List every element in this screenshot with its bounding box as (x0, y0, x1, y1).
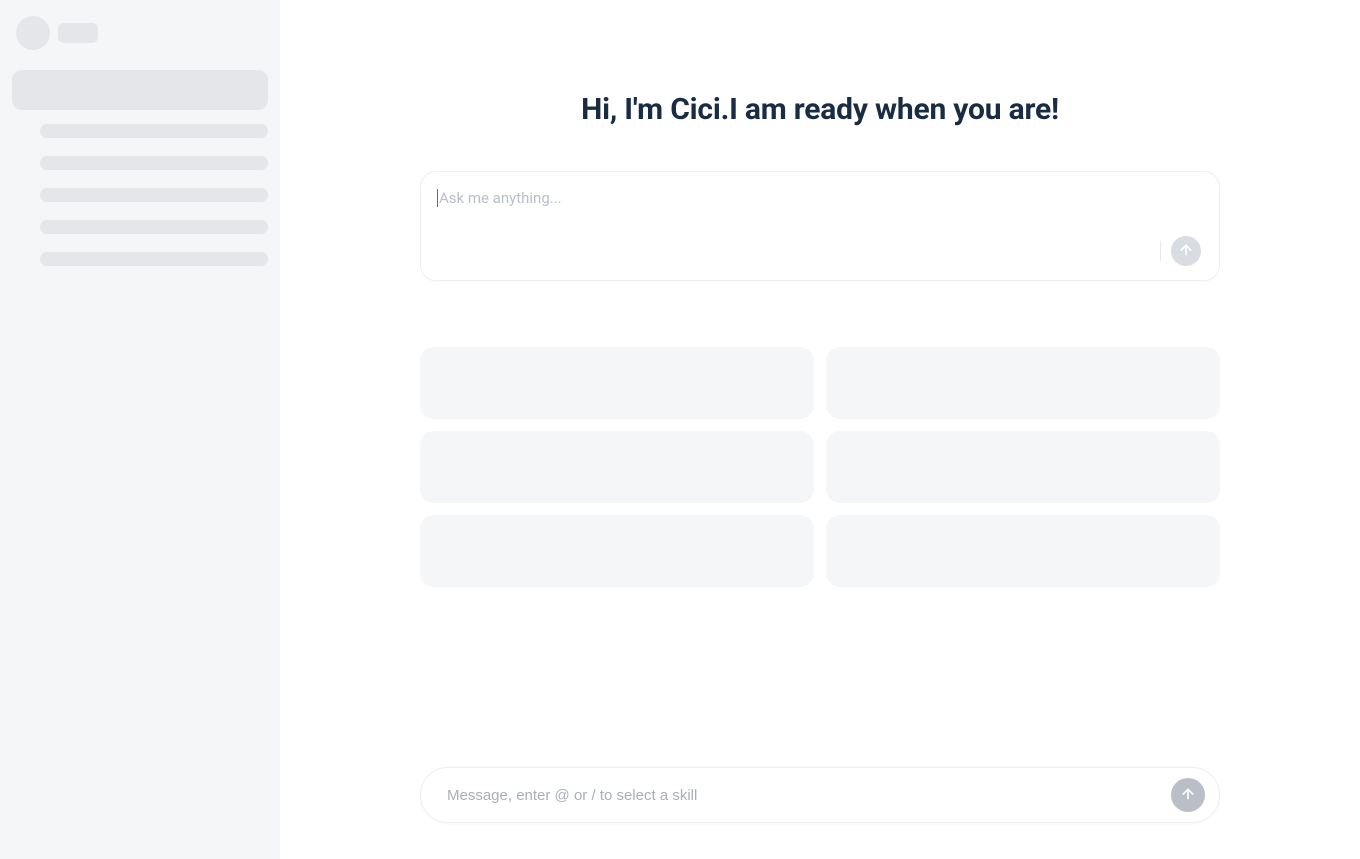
ask-input[interactable]: Ask me anything... (437, 188, 1201, 236)
suggestion-skeleton[interactable] (826, 347, 1220, 419)
bottom-send-button[interactable] (1171, 778, 1205, 812)
arrow-up-icon (1178, 242, 1194, 261)
ask-placeholder: Ask me anything... (439, 188, 562, 208)
separator (1160, 241, 1161, 261)
greeting-heading: Hi, I'm Cici.I am ready when you are! (581, 92, 1059, 127)
main-content: Hi, I'm Cici.I am ready when you are! As… (280, 0, 1360, 859)
suggestion-skeleton[interactable] (826, 515, 1220, 587)
message-input[interactable] (447, 787, 1171, 804)
text-cursor (437, 189, 438, 207)
avatar-skeleton (16, 16, 50, 50)
name-skeleton (58, 23, 98, 43)
sidebar-line-skeleton (40, 156, 268, 170)
sidebar-item-skeleton (12, 70, 268, 110)
ask-box[interactable]: Ask me anything... (420, 171, 1220, 281)
suggestion-skeleton[interactable] (420, 515, 814, 587)
suggestion-skeleton[interactable] (826, 431, 1220, 503)
suggestion-skeleton[interactable] (420, 431, 814, 503)
send-button[interactable] (1171, 236, 1201, 266)
suggestion-skeleton[interactable] (420, 347, 814, 419)
suggestions-grid (420, 347, 1220, 587)
arrow-up-icon (1180, 786, 1196, 805)
ask-footer (437, 236, 1201, 266)
sidebar-header (12, 16, 268, 50)
message-bar[interactable] (420, 767, 1220, 823)
sidebar-line-skeleton (40, 188, 268, 202)
sidebar-line-skeleton (40, 220, 268, 234)
sidebar-line-skeleton (40, 124, 268, 138)
sidebar-line-skeleton (40, 252, 268, 266)
sidebar (0, 0, 280, 859)
